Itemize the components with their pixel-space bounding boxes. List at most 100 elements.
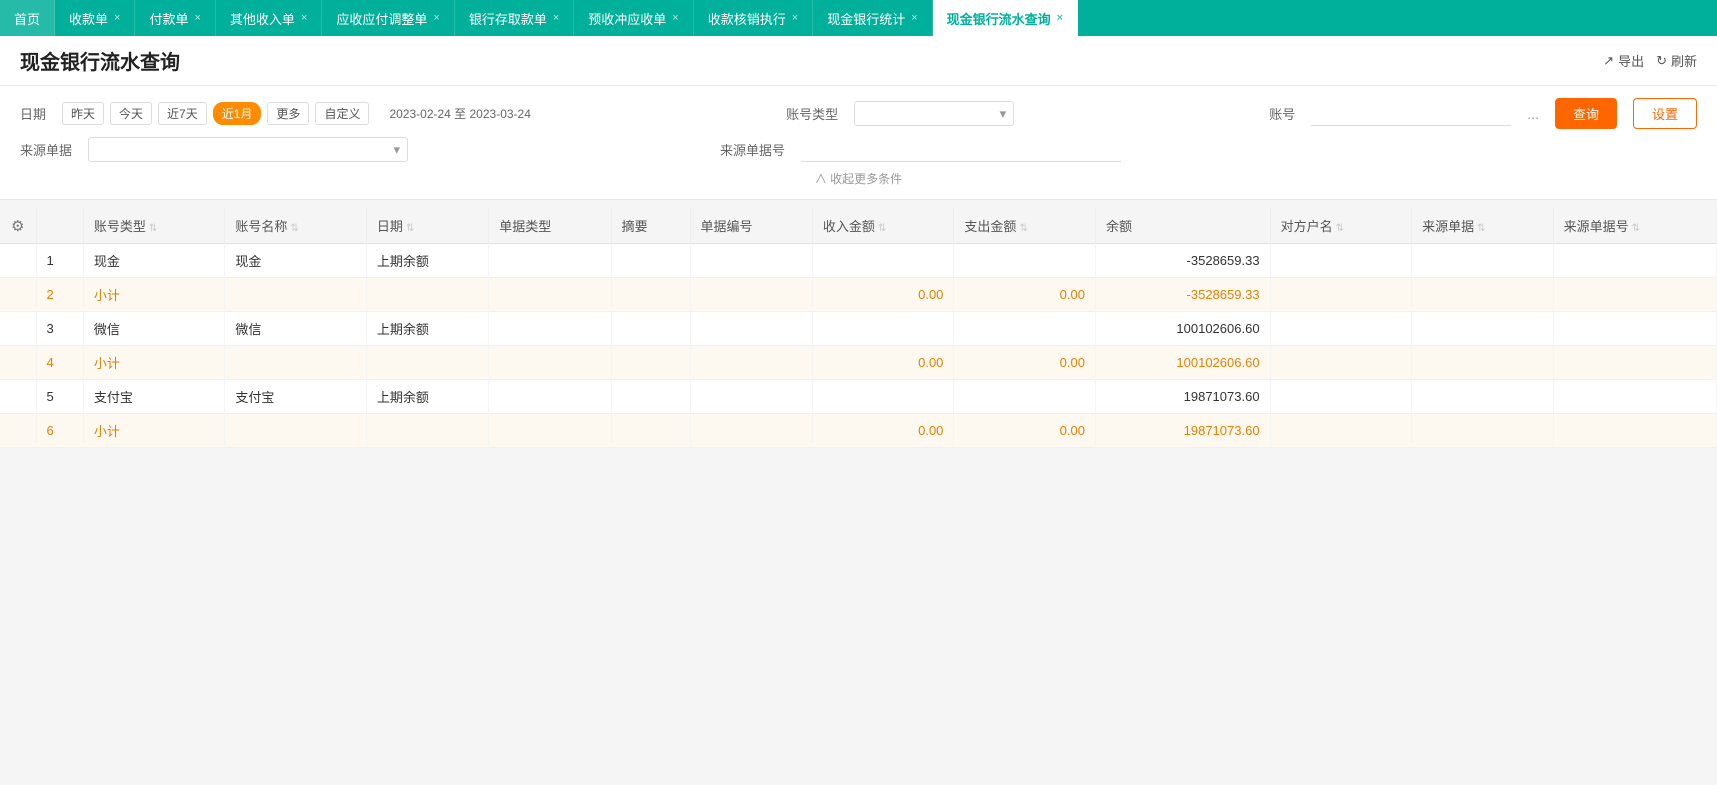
- col-source-voucher[interactable]: 来源单据⇅: [1412, 208, 1554, 244]
- collapse-more-conditions[interactable]: ∧ 收起更多条件: [20, 168, 1697, 189]
- col-account-name-cell: 现金: [225, 244, 367, 278]
- source-voucher-no-label: 来源单据号: [720, 140, 785, 159]
- gear-icon[interactable]: ⚙: [11, 218, 24, 235]
- col-income-cell: [812, 244, 954, 278]
- close-icon[interactable]: ×: [114, 12, 120, 24]
- col-source-voucher-cell: [1412, 244, 1554, 278]
- col-summary-cell: [611, 278, 690, 312]
- col-income[interactable]: 收入金额⇅: [812, 208, 954, 244]
- close-icon[interactable]: ×: [1057, 12, 1063, 24]
- date-btn-1month[interactable]: 近1月: [213, 102, 262, 125]
- col-expense[interactable]: 支出金额⇅: [954, 208, 1096, 244]
- sort-icon: ⇅: [1632, 223, 1640, 234]
- col-source-voucher-no-cell: [1553, 312, 1716, 346]
- table-container: ⚙ 账号类型⇅ 账号名称⇅ 日期⇅ 单据类型 摘要 单据编号 收入金额⇅ 支出金…: [0, 208, 1717, 448]
- close-icon[interactable]: ×: [911, 12, 917, 24]
- nav-payment[interactable]: 付款单×: [135, 0, 215, 36]
- col-income-cell: 0.00: [812, 278, 954, 312]
- nav-collect-exec[interactable]: 收款核销执行×: [694, 0, 813, 36]
- refresh-button[interactable]: ↻ 刷新: [1656, 51, 1697, 70]
- source-voucher-select[interactable]: [88, 137, 408, 162]
- nav-home[interactable]: 首页: [0, 0, 55, 36]
- account-more-button[interactable]: ...: [1527, 106, 1539, 122]
- col-gear-cell: [0, 346, 36, 380]
- col-date-cell: 上期余额: [366, 244, 488, 278]
- nav-cash-flow[interactable]: 现金银行流水查询×: [933, 0, 1078, 36]
- col-date-cell: 上期余额: [366, 312, 488, 346]
- header-actions: ↗ 导出 ↻ 刷新: [1603, 51, 1697, 70]
- source-voucher-no-input[interactable]: [801, 138, 1121, 162]
- data-table: ⚙ 账号类型⇅ 账号名称⇅ 日期⇅ 单据类型 摘要 单据编号 收入金额⇅ 支出金…: [0, 208, 1717, 448]
- col-summary: 摘要: [611, 208, 690, 244]
- nav-bank-deposit[interactable]: 银行存取款单×: [455, 0, 574, 36]
- col-source-voucher-no[interactable]: 来源单据号⇅: [1553, 208, 1716, 244]
- account-type-select[interactable]: [854, 101, 1014, 126]
- col-voucher-no-cell: [690, 244, 812, 278]
- col-income-cell: 0.00: [812, 346, 954, 380]
- col-idx-cell: 5: [36, 380, 83, 414]
- col-idx-cell: 2: [36, 278, 83, 312]
- nav-prepay[interactable]: 预收冲应收单×: [574, 0, 693, 36]
- col-date-cell: [366, 278, 488, 312]
- col-idx-cell: 4: [36, 346, 83, 380]
- account-type-label: 账号类型: [786, 104, 838, 123]
- col-voucher-type-cell: [489, 244, 611, 278]
- table-row: 3微信微信上期余额100102606.60: [0, 312, 1717, 346]
- col-gear-cell: [0, 380, 36, 414]
- date-btn-custom[interactable]: 自定义: [315, 102, 369, 125]
- col-voucher-type-cell: [489, 346, 611, 380]
- col-counterpart-cell: [1270, 278, 1412, 312]
- close-icon[interactable]: ×: [672, 12, 678, 24]
- query-button[interactable]: 查询: [1555, 98, 1617, 129]
- col-expense-cell: [954, 312, 1096, 346]
- close-icon[interactable]: ×: [553, 12, 559, 24]
- date-btn-yesterday[interactable]: 昨天: [62, 102, 104, 125]
- page-header: 现金银行流水查询 ↗ 导出 ↻ 刷新: [0, 36, 1717, 86]
- date-btn-today[interactable]: 今天: [110, 102, 152, 125]
- col-account-type-cell: 现金: [83, 244, 225, 278]
- col-expense-cell: [954, 244, 1096, 278]
- col-expense-cell: 0.00: [954, 414, 1096, 448]
- table-header-row: ⚙ 账号类型⇅ 账号名称⇅ 日期⇅ 单据类型 摘要 单据编号 收入金额⇅ 支出金…: [0, 208, 1717, 244]
- col-gear[interactable]: ⚙: [0, 208, 36, 244]
- date-btn-more[interactable]: 更多: [267, 102, 309, 125]
- col-source-voucher-cell: [1412, 414, 1554, 448]
- col-counterpart-cell: [1270, 414, 1412, 448]
- source-voucher-label: 来源单据: [20, 140, 72, 159]
- col-source-voucher-cell: [1412, 278, 1554, 312]
- close-icon[interactable]: ×: [194, 12, 200, 24]
- col-summary-cell: [611, 312, 690, 346]
- nav-other-income[interactable]: 其他收入单×: [216, 0, 322, 36]
- col-voucher-type-cell: [489, 278, 611, 312]
- date-btn-7days[interactable]: 近7天: [158, 102, 207, 125]
- setting-button[interactable]: 设置: [1633, 98, 1697, 129]
- col-account-type-cell: 小计: [83, 414, 225, 448]
- col-account-type[interactable]: 账号类型⇅: [83, 208, 225, 244]
- col-idx: [36, 208, 83, 244]
- col-source-voucher-no-cell: [1553, 346, 1716, 380]
- col-counterpart[interactable]: 对方户名⇅: [1270, 208, 1412, 244]
- close-icon[interactable]: ×: [301, 12, 307, 24]
- account-input[interactable]: [1311, 102, 1511, 126]
- nav-cash-stat[interactable]: 现金银行统计×: [813, 0, 932, 36]
- col-balance-cell: 100102606.60: [1095, 312, 1270, 346]
- col-source-voucher-no-cell: [1553, 414, 1716, 448]
- export-button[interactable]: ↗ 导出: [1603, 51, 1644, 70]
- col-voucher-type-cell: [489, 414, 611, 448]
- refresh-icon: ↻: [1656, 53, 1667, 69]
- close-icon[interactable]: ×: [792, 12, 798, 24]
- col-date[interactable]: 日期⇅: [366, 208, 488, 244]
- col-voucher-type-cell: [489, 312, 611, 346]
- col-account-name[interactable]: 账号名称⇅: [225, 208, 367, 244]
- nav-adjustment[interactable]: 应收应付调整单×: [322, 0, 454, 36]
- sort-icon: ⇅: [1336, 223, 1344, 234]
- close-icon[interactable]: ×: [433, 12, 439, 24]
- nav-receipt[interactable]: 收款单×: [55, 0, 135, 36]
- col-idx-cell: 3: [36, 312, 83, 346]
- col-balance: 余额: [1095, 208, 1270, 244]
- col-account-type-cell: 小计: [83, 278, 225, 312]
- col-account-name-cell: [225, 346, 367, 380]
- account-type-select-wrapper: [854, 101, 1014, 126]
- col-balance-cell: -3528659.33: [1095, 278, 1270, 312]
- page-title: 现金银行流水查询: [20, 46, 180, 75]
